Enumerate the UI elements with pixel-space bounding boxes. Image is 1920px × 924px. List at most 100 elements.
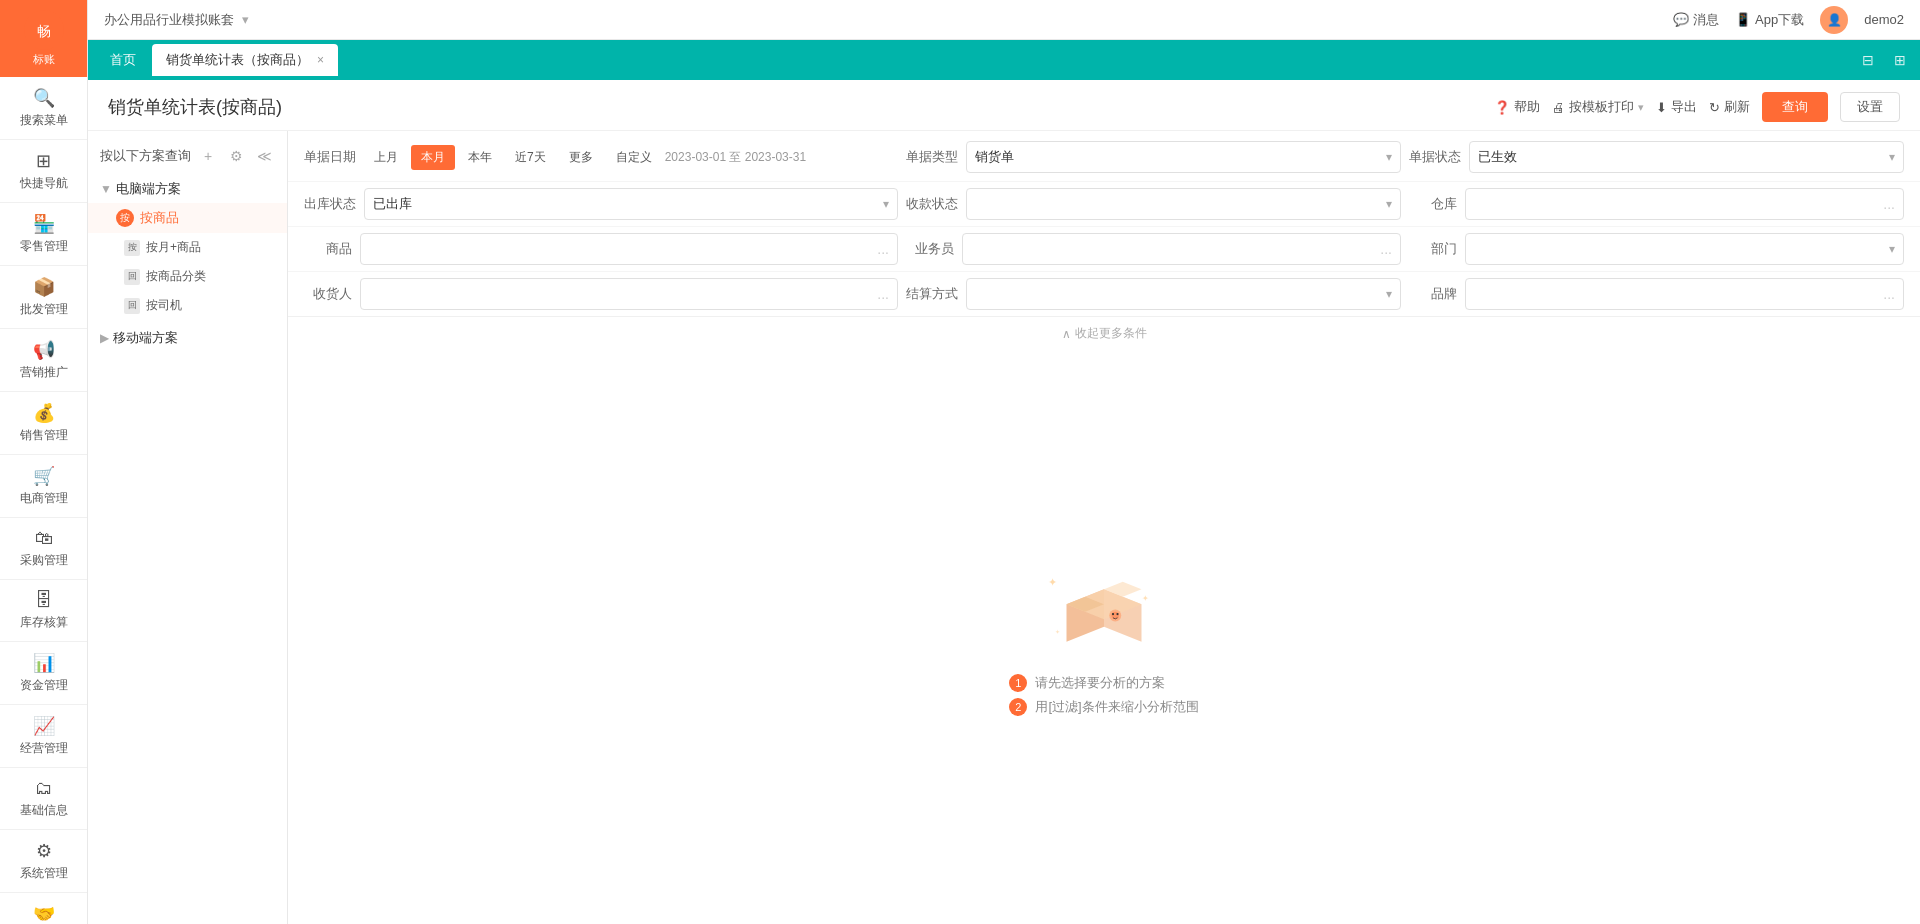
tab-home[interactable]: 首页 (96, 44, 150, 76)
dept-field: 部门 ▾ (1409, 233, 1904, 265)
tab-active[interactable]: 销货单统计表（按商品） × (152, 44, 338, 76)
goods-input[interactable]: ... (360, 233, 898, 265)
receiver-input[interactable]: ... (360, 278, 898, 310)
mobile-group-title[interactable]: ▶ 移动端方案 (88, 324, 287, 352)
sidebar-item-search[interactable]: 🔍 搜索菜单 (0, 77, 87, 140)
logo-icon: 畅 (24, 10, 64, 50)
message-btn[interactable]: 💬 消息 (1673, 11, 1719, 29)
goods-dots: ... (877, 241, 889, 257)
page-title: 销货单统计表(按商品) (108, 95, 282, 119)
warehouse-input[interactable]: ... (1465, 188, 1904, 220)
ecommerce-icon: 🛒 (33, 465, 55, 487)
print-btn[interactable]: 🖨 按模板打印 ▾ (1552, 98, 1644, 116)
mobile-group-label: 移动端方案 (113, 329, 178, 347)
query-button[interactable]: 查询 (1762, 92, 1828, 122)
sidebar-item-basic[interactable]: 🗂 基础信息 (0, 768, 87, 830)
salesman-input[interactable]: ... (962, 233, 1401, 265)
industry-name: 办公用品行业模拟账套 (104, 11, 234, 29)
scheme-add-btn[interactable]: + (197, 145, 219, 167)
doc-status-input[interactable]: 已生效 ▾ (1469, 141, 1904, 173)
scheme-sub-item-monthly-goods[interactable]: 按 按月+商品 (88, 233, 287, 262)
industry-chevron[interactable]: ▾ (242, 12, 249, 27)
out-status-input[interactable]: 已出库 ▾ (364, 188, 898, 220)
sidebar-item-wholesale[interactable]: 📦 批发管理 (0, 266, 87, 329)
export-icon: ⬇ (1656, 100, 1667, 115)
date-tab-last7days[interactable]: 近7天 (505, 145, 556, 170)
date-tab-custom[interactable]: 自定义 (606, 145, 662, 170)
tab-minimize-btn[interactable]: ⊟ (1856, 48, 1880, 72)
tab-bar-actions: ⊟ ⊞ (1856, 48, 1912, 72)
date-tabs-group: 上月 本月 本年 近7天 更多 (364, 145, 806, 170)
export-btn[interactable]: ⬇ 导出 (1656, 98, 1697, 116)
settlement-input[interactable]: ▾ (966, 278, 1401, 310)
sales-icon: 💰 (33, 402, 55, 424)
sub-item-icon-2: 回 (124, 298, 140, 314)
scheme-sub-item-driver[interactable]: 回 按司机 (88, 291, 287, 320)
collapse-up-icon: ∧ (1062, 327, 1071, 341)
pc-group-title[interactable]: ▼ 电脑端方案 (88, 175, 287, 203)
minimize-icon: ⊟ (1862, 52, 1874, 68)
sidebar-item-marketing[interactable]: 📢 营销推广 (0, 329, 87, 392)
app-download-label: App下载 (1755, 11, 1804, 29)
sidebar-item-label-marketing: 营销推广 (20, 364, 68, 381)
sidebar-item-system[interactable]: ⚙ 系统管理 (0, 830, 87, 893)
sidebar-item-ecommerce[interactable]: 🛒 电商管理 (0, 455, 87, 518)
wholesale-icon: 📦 (33, 276, 55, 298)
scheme-sub-item-goods-category[interactable]: 回 按商品分类 (88, 262, 287, 291)
user-avatar[interactable]: 👤 (1820, 6, 1848, 34)
sidebar-item-sales[interactable]: 💰 销售管理 (0, 392, 87, 455)
doc-status-field: 单据状态 已生效 ▾ (1409, 141, 1904, 173)
tab-maximize-btn[interactable]: ⊞ (1888, 48, 1912, 72)
sidebar-item-operation[interactable]: 📈 经营管理 (0, 705, 87, 768)
scheme-collapse-btn[interactable]: ≪ (253, 145, 275, 167)
doc-type-input[interactable]: 销货单 ▾ (966, 141, 1401, 173)
help-btn[interactable]: ❓ 帮助 (1494, 98, 1540, 116)
dept-input[interactable]: ▾ (1465, 233, 1904, 265)
filter-row-2: 出库状态 已出库 ▾ 收款状态 ▾ 仓库 (288, 182, 1920, 227)
svg-point-10 (1116, 613, 1118, 615)
add-icon: + (204, 148, 212, 164)
empty-tips: 1 请先选择要分析的方案 2 用[过滤]条件来缩小分析范围 (1009, 674, 1198, 716)
sidebar-item-quicknav[interactable]: ⊞ 快捷导航 (0, 140, 87, 203)
refresh-btn[interactable]: ↻ 刷新 (1709, 98, 1750, 116)
app-download-btn[interactable]: 📱 App下载 (1735, 11, 1804, 29)
tip-text-2: 用[过滤]条件来缩小分析范围 (1035, 698, 1198, 716)
date-tab-this-month[interactable]: 本月 (411, 145, 455, 170)
print-label: 按模板打印 (1569, 98, 1634, 116)
settlement-dropdown-icon: ▾ (1386, 287, 1392, 301)
svg-text:✦: ✦ (1048, 576, 1057, 588)
scheme-settings-btn[interactable]: ⚙ (225, 145, 247, 167)
inventory-icon: 🗄 (35, 590, 53, 611)
filter-panel: 单据日期 上月 本月 本年 近7天 (288, 131, 1920, 924)
date-tab-last-month[interactable]: 上月 (364, 145, 408, 170)
sidebar-item-label-ecommerce: 电商管理 (20, 490, 68, 507)
dept-dropdown-icon: ▾ (1889, 242, 1895, 256)
sidebar-item-finance[interactable]: 📊 资金管理 (0, 642, 87, 705)
retail-icon: 🏪 (33, 213, 55, 235)
dept-label: 部门 (1409, 240, 1465, 258)
sidebar-item-inventory[interactable]: 🗄 库存核算 (0, 580, 87, 642)
sub-item-label-2: 按司机 (146, 297, 182, 314)
date-tab-more[interactable]: 更多 (559, 145, 603, 170)
sidebar-logo[interactable]: 畅 标账 (0, 0, 87, 77)
maximize-icon: ⊞ (1894, 52, 1906, 68)
print-chevron: ▾ (1638, 101, 1644, 114)
system-icon: ⚙ (36, 840, 52, 862)
sidebar-item-retail[interactable]: 🏪 零售管理 (0, 203, 87, 266)
collapse-row[interactable]: ∧ 收起更多条件 (288, 317, 1920, 350)
date-tab-this-year[interactable]: 本年 (458, 145, 502, 170)
scheme-item-by-goods[interactable]: 按 按商品 (88, 203, 287, 233)
export-label: 导出 (1671, 98, 1697, 116)
brand-input[interactable]: ... (1465, 278, 1904, 310)
sidebar-item-purchase[interactable]: 🛍 采购管理 (0, 518, 87, 580)
doc-type-field: 单据类型 销货单 ▾ (906, 141, 1401, 173)
pc-group-arrow: ▼ (100, 182, 112, 196)
receipt-status-dropdown-icon: ▾ (1386, 197, 1392, 211)
settings-button[interactable]: 设置 (1840, 92, 1900, 122)
sidebar-item-enterprise[interactable]: 🤝 企业协同 (0, 893, 87, 924)
tab-close-icon[interactable]: × (317, 53, 324, 67)
user-name[interactable]: demo2 (1864, 12, 1904, 27)
quicknav-icon: ⊞ (36, 150, 51, 172)
warehouse-dots: ... (1883, 196, 1895, 212)
receipt-status-input[interactable]: ▾ (966, 188, 1401, 220)
